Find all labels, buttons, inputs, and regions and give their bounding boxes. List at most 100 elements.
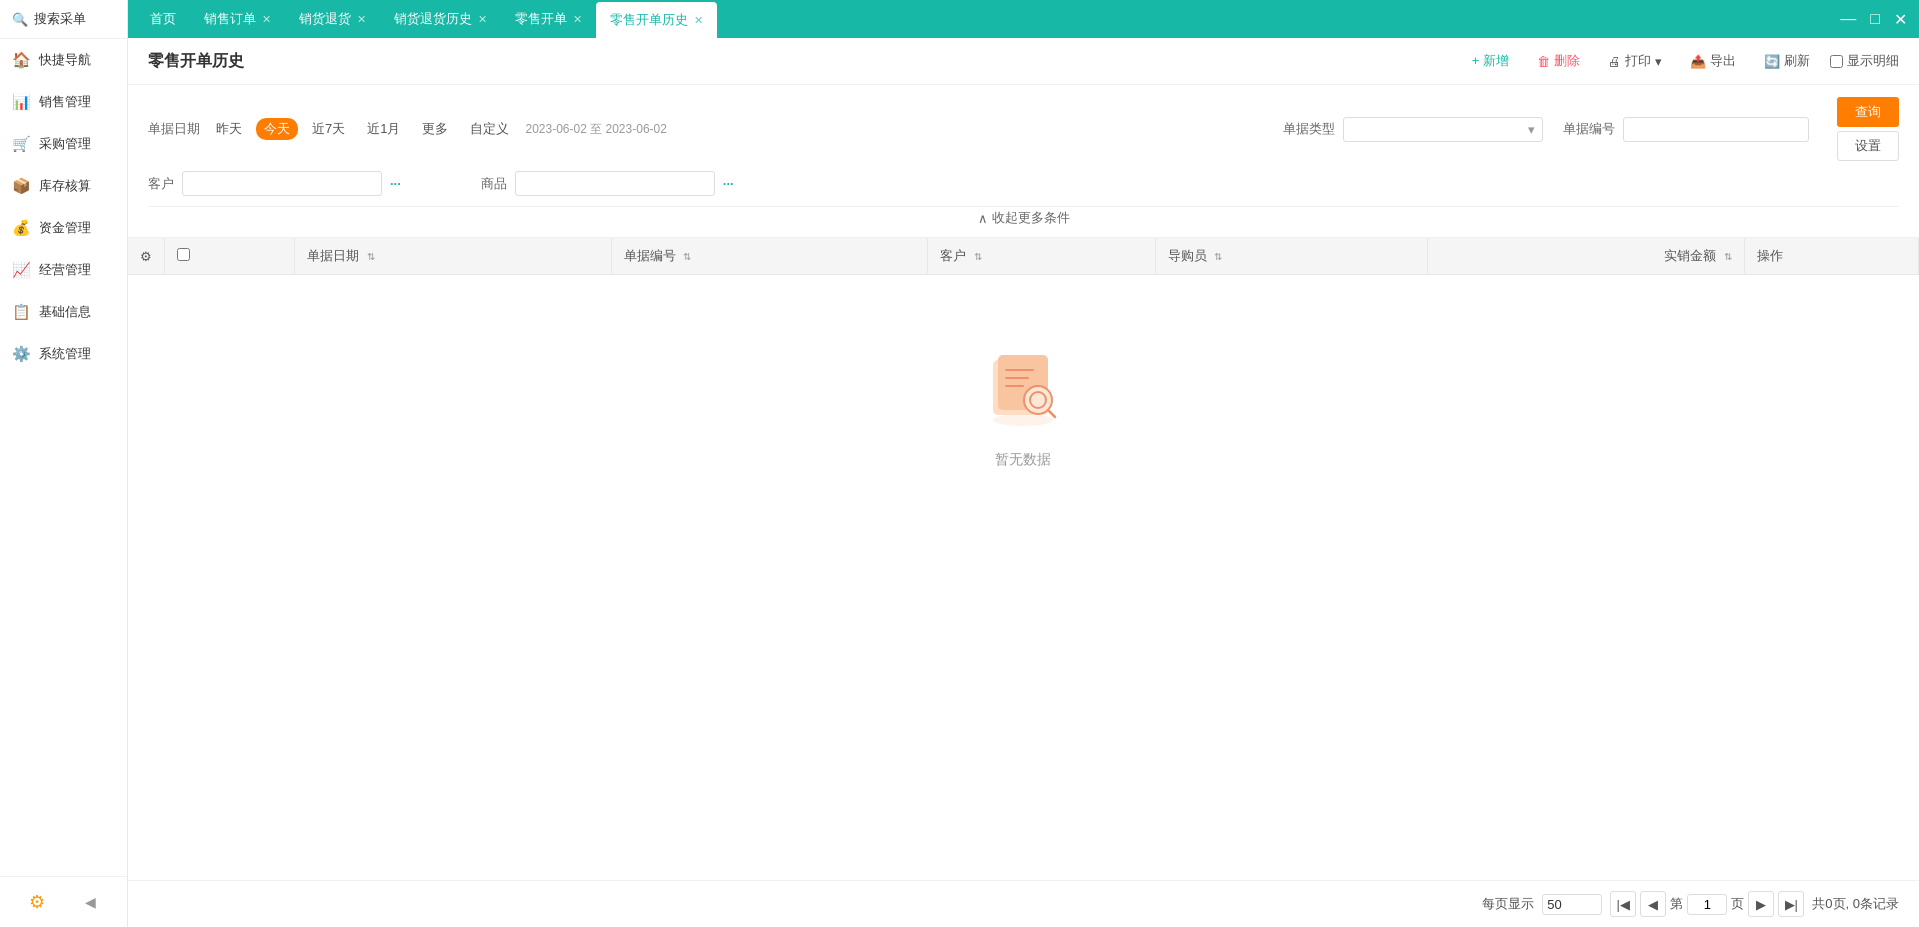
close-retail-open-icon[interactable]: ✕: [573, 13, 582, 26]
doc-type-select[interactable]: [1343, 117, 1543, 142]
close-sales-order-icon[interactable]: ✕: [262, 13, 271, 26]
tab-sales-order[interactable]: 销售订单 ✕: [190, 0, 285, 38]
goods-label: 商品: [481, 175, 507, 193]
maximize-button[interactable]: □: [1866, 10, 1884, 28]
first-page-button[interactable]: |◀: [1610, 891, 1636, 917]
settings-icon[interactable]: ⚙: [22, 887, 52, 917]
th-no: 单据编号 ⇅: [611, 238, 928, 275]
page-header: 零售开单历史 + 新增 🗑 删除 🖨 打印 ▾ 📤 导出 🔄: [128, 38, 1919, 85]
sidebar-icon-ops-mgmt: 📈: [12, 261, 31, 279]
refresh-button[interactable]: 🔄 刷新: [1756, 48, 1818, 74]
show-detail-checkbox-wrap[interactable]: 显示明细: [1830, 52, 1899, 70]
print-button[interactable]: 🖨 打印 ▾: [1600, 48, 1670, 74]
close-sales-return-history-icon[interactable]: ✕: [478, 13, 487, 26]
tab-sales-order-label: 销售订单: [204, 10, 256, 28]
sidebar-item-quick-nav[interactable]: 🏠快捷导航: [0, 39, 127, 81]
table-body: 暂无数据: [128, 275, 1919, 510]
minimize-button[interactable]: —: [1836, 10, 1860, 28]
date-opt-7days[interactable]: 近7天: [304, 118, 353, 140]
next-page-button[interactable]: ▶: [1748, 891, 1774, 917]
close-window-button[interactable]: ✕: [1890, 10, 1911, 29]
page-number-input[interactable]: [1687, 894, 1727, 915]
date-options: 昨天 今天 近7天 近1月 更多 自定义: [208, 118, 517, 140]
empty-state: 暂无数据: [128, 275, 1919, 509]
per-page-select[interactable]: 50 10 20 100: [1542, 894, 1602, 915]
add-button[interactable]: + 新增: [1464, 48, 1517, 74]
empty-text: 暂无数据: [995, 451, 1051, 469]
goods-dots[interactable]: ···: [723, 176, 734, 191]
tab-retail-open-history[interactable]: 零售开单历史 ✕: [596, 2, 717, 38]
show-detail-checkbox[interactable]: [1830, 55, 1843, 68]
sidebar-item-purchase-mgmt[interactable]: 🛒采购管理: [0, 123, 127, 165]
tab-home[interactable]: 首页: [136, 0, 190, 38]
filter-area: 单据日期 昨天 今天 近7天 近1月 更多 自定义 2023-06-02 至 2…: [128, 85, 1919, 238]
tab-sales-return-history[interactable]: 销货退货历史 ✕: [380, 0, 501, 38]
select-all-checkbox[interactable]: [177, 248, 190, 261]
sort-guide-icon[interactable]: ⇅: [1214, 251, 1222, 262]
sidebar-search-label: 搜索采单: [34, 10, 86, 28]
sidebar-item-ops-mgmt[interactable]: 📈经营管理: [0, 249, 127, 291]
sidebar-item-inventory[interactable]: 📦 库存核算: [0, 165, 127, 207]
sidebar-item-sys-mgmt[interactable]: ⚙️系统管理: [0, 333, 127, 375]
goods-input[interactable]: [515, 171, 715, 196]
customer-dots[interactable]: ···: [390, 176, 401, 191]
last-page-button[interactable]: ▶|: [1778, 891, 1804, 917]
th-action-label: 操作: [1757, 248, 1783, 263]
date-opt-today[interactable]: 今天: [256, 118, 298, 140]
sort-date-icon[interactable]: ⇅: [367, 251, 375, 262]
query-button[interactable]: 查询: [1837, 97, 1899, 127]
collapse-button[interactable]: ∧ 收起更多条件: [148, 206, 1899, 229]
sidebar-icon-purchase-mgmt: 🛒: [12, 135, 31, 153]
svg-point-0: [993, 414, 1053, 426]
doc-no-label: 单据编号: [1563, 120, 1615, 138]
doc-type-label: 单据类型: [1283, 120, 1335, 138]
doc-no-input[interactable]: [1623, 117, 1809, 142]
sort-customer-icon[interactable]: ⇅: [974, 251, 982, 262]
tab-retail-open-history-label: 零售开单历史: [610, 11, 688, 29]
sort-no-icon[interactable]: ⇅: [683, 251, 691, 262]
th-settings[interactable]: ⚙: [128, 238, 165, 275]
sidebar-label-sales-mgmt: 销售管理: [39, 93, 91, 111]
date-opt-yesterday[interactable]: 昨天: [208, 118, 250, 140]
date-opt-custom[interactable]: 自定义: [462, 118, 517, 140]
close-sales-return-icon[interactable]: ✕: [357, 13, 366, 26]
date-range-text: 2023-06-02 至 2023-06-02: [525, 121, 666, 138]
filter-customer: 客户 ···: [148, 171, 401, 196]
sidebar-icon-finance: 💰: [12, 219, 31, 237]
filter-row-1: 单据日期 昨天 今天 近7天 近1月 更多 自定义 2023-06-02 至 2…: [148, 97, 1899, 161]
sidebar-label-inventory: 库存核算: [39, 177, 91, 195]
sidebar-icon-inventory: 📦: [12, 177, 31, 195]
sidebar-label-finance: 资金管理: [39, 219, 91, 237]
sidebar: 🔍 搜索采单 🏠快捷导航📊销售管理🛒采购管理 📦 库存核算 💰 资金管理 📈经营管理📋基础…: [0, 0, 128, 927]
sidebar-item-finance[interactable]: 💰 资金管理: [0, 207, 127, 249]
print-icon: 🖨: [1608, 54, 1621, 69]
refresh-label: 刷新: [1784, 52, 1810, 70]
date-opt-more[interactable]: 更多: [414, 118, 456, 140]
export-button[interactable]: 📤 导出: [1682, 48, 1744, 74]
empty-illustration: [973, 335, 1073, 435]
sidebar-item-basic-info[interactable]: 📋基础信息: [0, 291, 127, 333]
customer-input[interactable]: [182, 171, 382, 196]
th-amount: 实销金额 ⇅: [1428, 238, 1745, 275]
sidebar-item-sales-mgmt[interactable]: 📊销售管理: [0, 81, 127, 123]
prev-page-button[interactable]: ◀: [1640, 891, 1666, 917]
th-date: 单据日期 ⇅: [294, 238, 611, 275]
collapse-sidebar-icon[interactable]: ◀: [75, 887, 105, 917]
close-retail-open-history-icon[interactable]: ✕: [694, 14, 703, 27]
filter-doc-no: 单据编号: [1563, 117, 1809, 142]
doc-type-select-wrap: [1343, 117, 1543, 142]
svg-line-8: [1048, 410, 1055, 417]
tab-retail-open[interactable]: 零售开单 ✕: [501, 0, 596, 38]
tab-sales-return-history-label: 销货退货历史: [394, 10, 472, 28]
date-opt-1month[interactable]: 近1月: [359, 118, 408, 140]
settings-button[interactable]: 设置: [1837, 131, 1899, 161]
sidebar-search[interactable]: 🔍 搜索采单: [0, 0, 127, 39]
date-filter-label: 单据日期: [148, 120, 200, 138]
tab-sales-return[interactable]: 销货退货 ✕: [285, 0, 380, 38]
filter-date: 单据日期 昨天 今天 近7天 近1月 更多 自定义 2023-06-02 至 2…: [148, 118, 667, 140]
delete-button[interactable]: 🗑 删除: [1529, 48, 1588, 74]
customer-label: 客户: [148, 175, 174, 193]
sort-amount-icon[interactable]: ⇅: [1724, 251, 1732, 262]
filter-doc-type: 单据类型: [1283, 117, 1543, 142]
page-nav: |◀ ◀ 第 页 ▶ ▶|: [1610, 891, 1804, 917]
